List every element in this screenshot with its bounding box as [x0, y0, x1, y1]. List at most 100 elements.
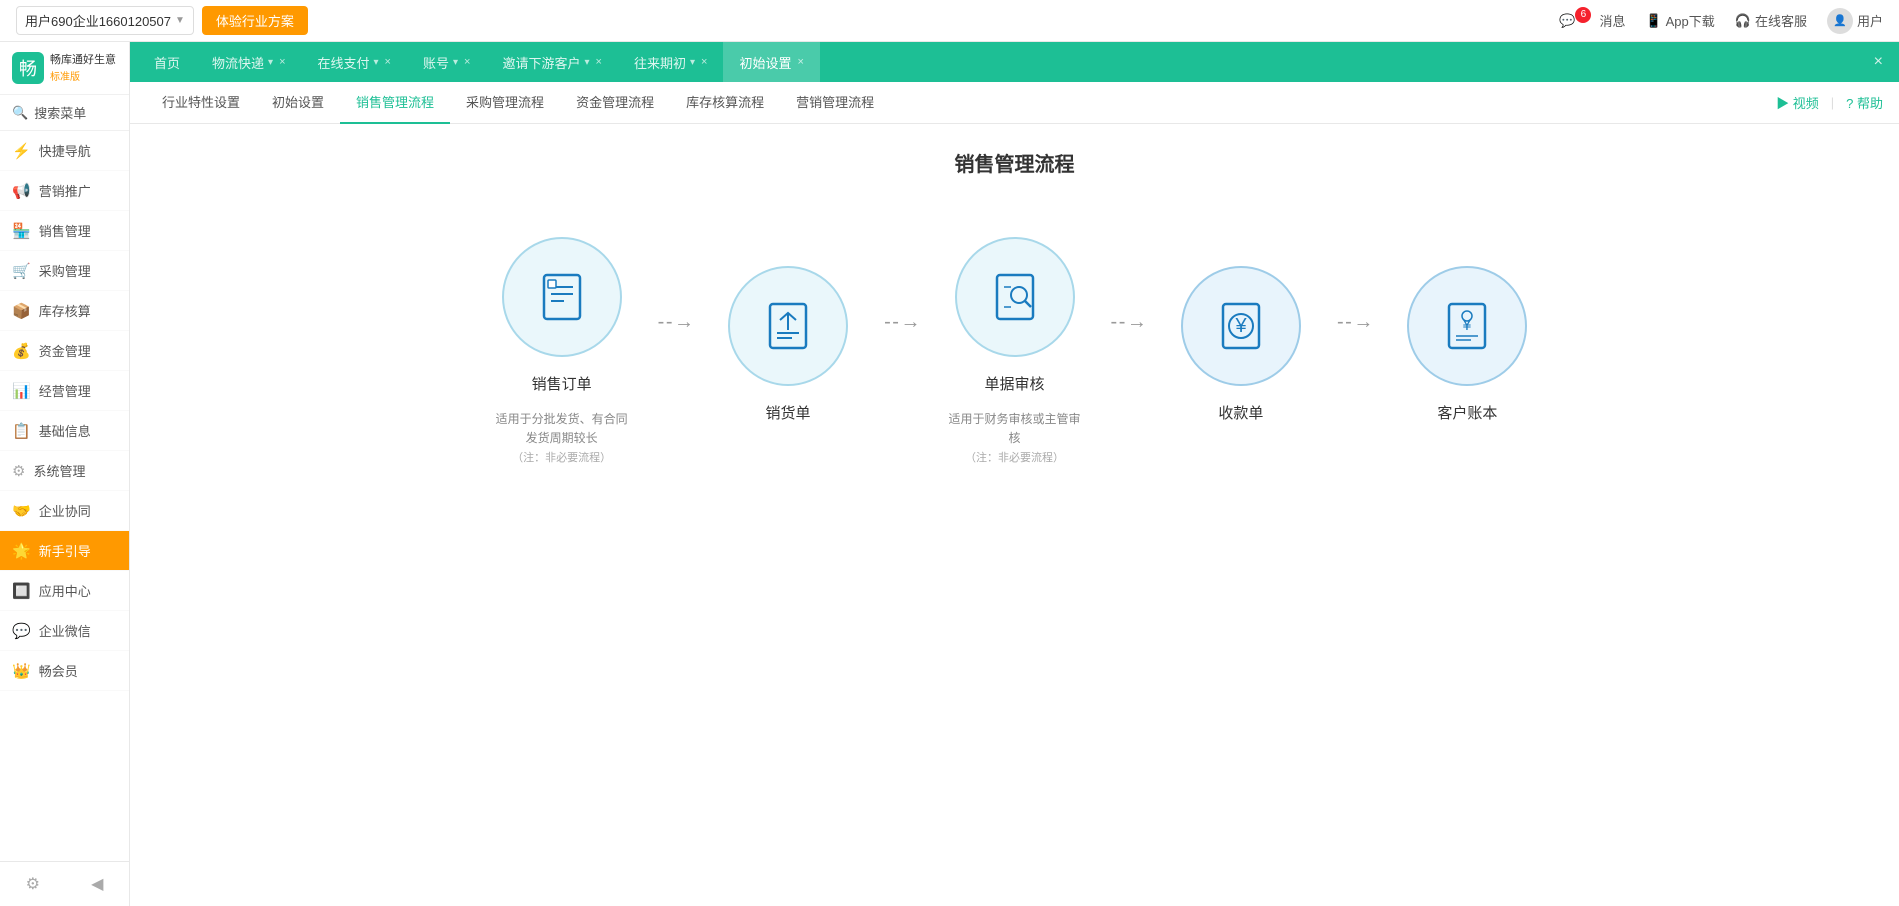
layout: 畅 畅库通好生意 标准版 🔍 搜索菜单 ⚡ 快捷导航 📢 营销推广 🏪 销售管理… — [0, 42, 1899, 906]
flow-circle-sales-order — [502, 237, 622, 357]
sub-tab-purchase-flow[interactable]: 采购管理流程 — [450, 82, 560, 124]
sidebar: 畅 畅库通好生意 标准版 🔍 搜索菜单 ⚡ 快捷导航 📢 营销推广 🏪 销售管理… — [0, 42, 130, 906]
flow-arrow-1: - - → — [642, 311, 708, 334]
flow-arrow-4: - - → — [1321, 311, 1387, 334]
sidebar-item-marketing[interactable]: 📢 营销推广 — [0, 171, 129, 211]
sub-tabs-bar: 行业特性设置 初始设置 销售管理流程 采购管理流程 资金管理流程 库存核算流程 … — [130, 82, 1899, 124]
page-content: 销售管理流程 销售订单 适用于分批 — [130, 124, 1899, 906]
search-label: 搜索菜单 — [34, 103, 86, 122]
chevron-down-icon: ▾ — [690, 57, 695, 68]
new-guide-icon: 🌟 — [12, 542, 31, 560]
step-name-customer-account: 客户账本 — [1437, 402, 1497, 423]
tab-account-label: 账号 — [423, 53, 449, 72]
sidebar-item-vip[interactable]: 👑 畅会员 — [0, 651, 129, 691]
tab-period-init[interactable]: 往来期初 ▾ × — [618, 42, 723, 82]
basic-info-icon: 📋 — [12, 422, 31, 440]
sidebar-logo[interactable]: 畅 畅库通好生意 标准版 — [0, 42, 129, 95]
user-selector[interactable]: 用户690企业1660120507 ▼ — [16, 6, 194, 35]
app-download-item[interactable]: 📱 App下载 — [1645, 11, 1714, 30]
tab-payment[interactable]: 在线支付 ▾ × — [302, 42, 407, 82]
video-help-item[interactable]: ▶ 视频 — [1776, 93, 1819, 112]
close-icon[interactable]: × — [701, 56, 707, 68]
sidebar-item-sales[interactable]: 🏪 销售管理 — [0, 211, 129, 251]
tab-initial-setup[interactable]: 初始设置 × — [723, 42, 819, 82]
flow-circle-receipt: ¥ — [1181, 266, 1301, 386]
sub-tab-finance-flow-label: 资金管理流程 — [576, 92, 654, 111]
sidebar-item-basic-info[interactable]: 📋 基础信息 — [0, 411, 129, 451]
sub-tab-industry[interactable]: 行业特性设置 — [146, 82, 256, 124]
sidebar-item-inventory[interactable]: 📦 库存核算 — [0, 291, 129, 331]
tab-account[interactable]: 账号 ▾ × — [407, 42, 486, 82]
top-bar: 用户690企业1660120507 ▼ 体验行业方案 💬 6 消息 📱 App下… — [0, 0, 1899, 42]
sidebar-item-purchase[interactable]: 🛒 采购管理 — [0, 251, 129, 291]
sidebar-label-app-center: 应用中心 — [39, 581, 91, 600]
sidebar-item-operations[interactable]: 📊 经营管理 — [0, 371, 129, 411]
logo-text-block: 畅库通好生意 标准版 — [50, 53, 116, 83]
close-icon[interactable]: × — [464, 56, 470, 68]
chevron-down-icon: ▾ — [268, 57, 273, 68]
tab-invite-label: 邀请下游客户 — [502, 53, 580, 72]
sidebar-item-enterprise-wechat[interactable]: 💬 企业微信 — [0, 611, 129, 651]
user-avatar-item[interactable]: 👤 用户 — [1827, 8, 1883, 34]
flow-circle-sales-invoice — [728, 266, 848, 386]
main-content: 首页 物流快递 ▾ × 在线支付 ▾ × 账号 ▾ × 邀请下游客户 ▾ × — [130, 42, 1899, 906]
avatar: 👤 — [1827, 8, 1853, 34]
sales-icon: 🏪 — [12, 222, 31, 240]
close-all-tabs-button[interactable]: × — [1866, 53, 1891, 71]
sub-tab-finance-flow[interactable]: 资金管理流程 — [560, 82, 670, 124]
close-icon[interactable]: × — [385, 56, 391, 68]
sub-tab-marketing-flow[interactable]: 营销管理流程 — [780, 82, 890, 124]
sidebar-item-enterprise[interactable]: 🤝 企业协同 — [0, 491, 129, 531]
chevron-down-icon: ▼ — [175, 15, 185, 26]
sidebar-item-quick-nav[interactable]: ⚡ 快捷导航 — [0, 131, 129, 171]
sidebar-label-inventory: 库存核算 — [39, 301, 91, 320]
flow-step-sales-invoice[interactable]: 销货单 — [708, 266, 868, 439]
tab-invite[interactable]: 邀请下游客户 ▾ × — [486, 42, 617, 82]
settings-icon[interactable]: ⚙ — [22, 870, 44, 898]
sidebar-item-finance[interactable]: 💰 资金管理 — [0, 331, 129, 371]
logo-badge: 标准版 — [50, 68, 116, 83]
flow-step-customer-account[interactable]: ¥ 客户账本 — [1387, 266, 1547, 439]
message-label: 消息 — [1599, 11, 1625, 30]
marketing-icon: 📢 — [12, 182, 31, 200]
step-desc-sales-order: 适用于分批发货、有合同发货周期较长 （注：非必要流程） — [492, 410, 632, 468]
message-icon: 💬 — [1559, 13, 1575, 29]
sidebar-search[interactable]: 🔍 搜索菜单 — [0, 95, 129, 131]
help-item[interactable]: ? 帮助 — [1846, 93, 1883, 112]
svg-text:¥: ¥ — [1234, 315, 1247, 337]
close-icon[interactable]: × — [279, 56, 285, 68]
close-icon[interactable]: × — [596, 56, 602, 68]
flow-step-review[interactable]: 单据审核 适用于财务审核或主管审核 （注：非必要流程） — [935, 237, 1095, 468]
logo-icon: 畅 — [12, 52, 44, 84]
sub-tab-initial[interactable]: 初始设置 — [256, 82, 340, 124]
tab-period-init-label: 往来期初 — [634, 53, 686, 72]
flow-circle-customer-account: ¥ — [1407, 266, 1527, 386]
customer-account-icon: ¥ — [1441, 300, 1493, 352]
close-icon[interactable]: × — [797, 56, 803, 68]
step-desc-review: 适用于财务审核或主管审核 （注：非必要流程） — [945, 410, 1085, 468]
sidebar-item-new-guide[interactable]: 🌟 新手引导 — [0, 531, 129, 571]
sub-tab-marketing-flow-label: 营销管理流程 — [796, 92, 874, 111]
chevron-down-icon: ▾ — [584, 57, 589, 68]
sidebar-label-marketing: 营销推广 — [39, 181, 91, 200]
online-service-item[interactable]: 🎧 在线客服 — [1735, 11, 1807, 30]
tab-home[interactable]: 首页 — [138, 42, 196, 82]
sidebar-item-app-center[interactable]: 🔲 应用中心 — [0, 571, 129, 611]
tab-logistics[interactable]: 物流快递 ▾ × — [196, 42, 301, 82]
finance-icon: 💰 — [12, 342, 31, 360]
enterprise-icon: 🤝 — [12, 502, 31, 520]
sidebar-item-system[interactable]: ⚙ 系统管理 — [0, 451, 129, 491]
message-item[interactable]: 💬 6 消息 — [1559, 11, 1625, 30]
sub-tab-sales-flow[interactable]: 销售管理流程 — [340, 82, 450, 124]
sales-invoice-icon — [762, 300, 814, 352]
collapse-icon[interactable]: ◀ — [87, 870, 107, 898]
sub-tab-inventory-flow[interactable]: 库存核算流程 — [670, 82, 780, 124]
flow-arrow-2: - - → — [868, 311, 934, 334]
experience-button[interactable]: 体验行业方案 — [202, 6, 308, 35]
flow-step-sales-order[interactable]: 销售订单 适用于分批发货、有合同发货周期较长 （注：非必要流程） — [482, 237, 642, 468]
top-bar-left: 用户690企业1660120507 ▼ 体验行业方案 — [16, 6, 308, 35]
flow-step-receipt[interactable]: ¥ 收款单 — [1161, 266, 1321, 439]
flow-circle-review — [955, 237, 1075, 357]
online-service-label: 在线客服 — [1755, 11, 1807, 30]
sidebar-label-enterprise-wechat: 企业微信 — [39, 621, 91, 640]
